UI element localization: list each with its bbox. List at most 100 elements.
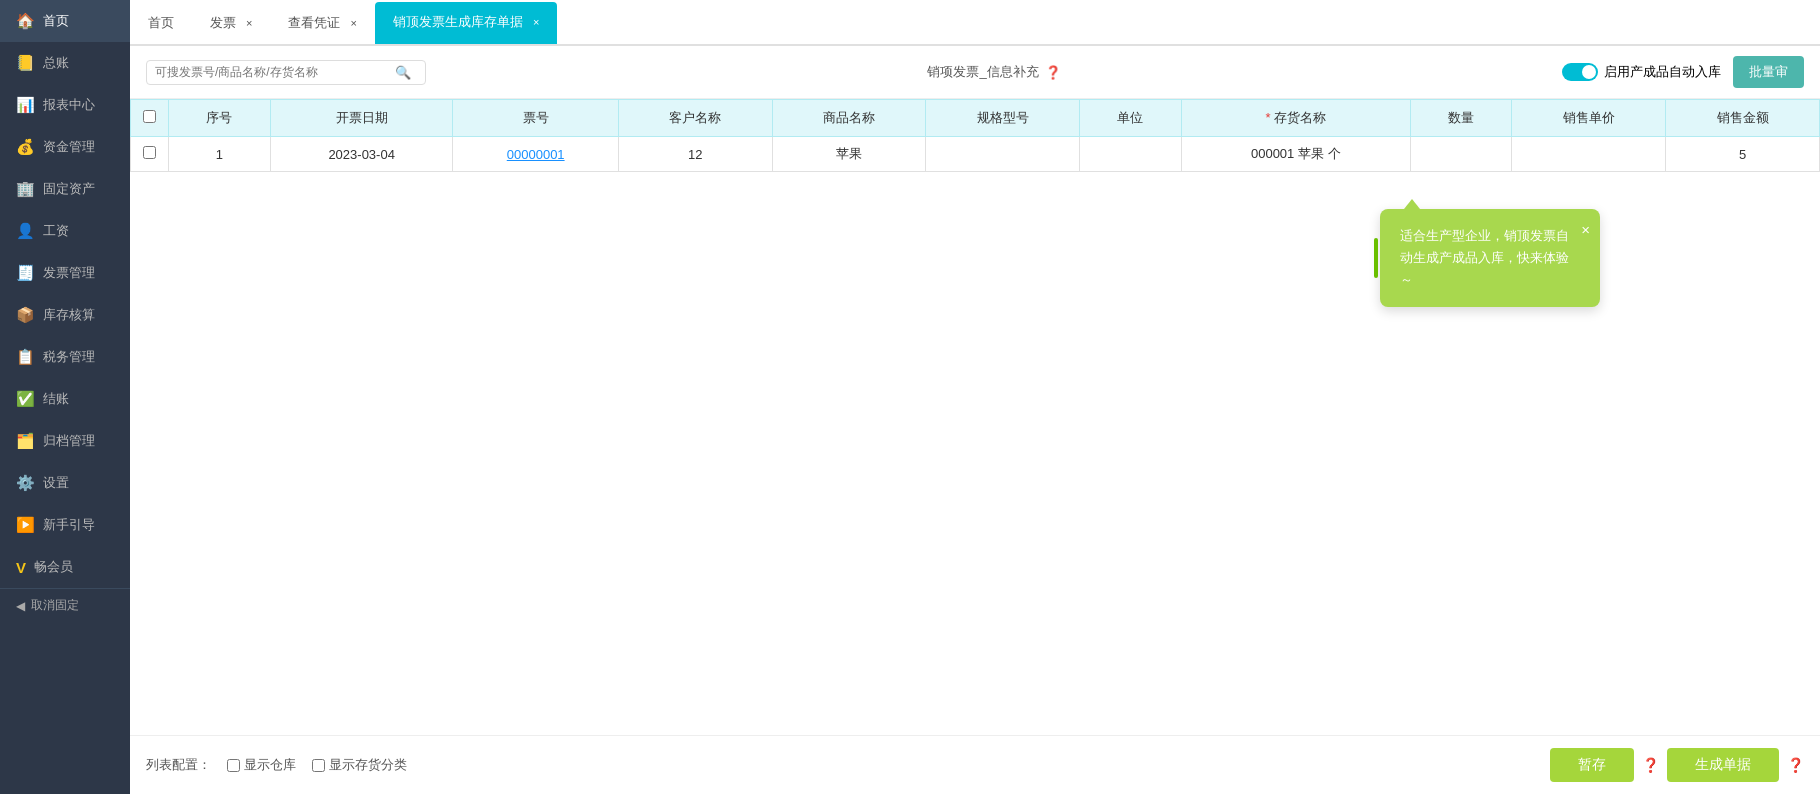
- row-quantity: [1410, 137, 1512, 172]
- sidebar-item-label: 资金管理: [43, 138, 95, 156]
- tab-cancel-invoice[interactable]: 销顶发票生成库存单据 ×: [375, 2, 557, 44]
- row-unit: [1080, 137, 1182, 172]
- show-category-checkbox-label[interactable]: 显示存货分类: [312, 756, 407, 774]
- tab-bar: 首页 发票 × 查看凭证 × 销顶发票生成库存单据 ×: [130, 0, 1820, 46]
- sidebar-item-label: 设置: [43, 474, 69, 492]
- guide-icon: ▶️: [16, 516, 35, 534]
- th-spec: 规格型号: [926, 100, 1080, 137]
- sidebar-item-inventory[interactable]: 📦 库存核算: [0, 294, 130, 336]
- th-checkbox: [131, 100, 169, 137]
- sidebar-item-label: 发票管理: [43, 264, 95, 282]
- row-checkbox[interactable]: [143, 146, 156, 159]
- page-body: 🔍 销项发票_信息补充 ❓ 启用产成品自动入库 批量审: [130, 46, 1820, 794]
- sidebar-item-label: 税务管理: [43, 348, 95, 366]
- th-goods: 商品名称: [772, 100, 926, 137]
- sidebar-item-label: 结账: [43, 390, 69, 408]
- table-row: 1 2023-03-04 00000001 12 苹果 000001 苹果 个 …: [131, 137, 1820, 172]
- toolbar: 🔍 销项发票_信息补充 ❓ 启用产成品自动入库 批量审: [130, 46, 1820, 99]
- search-input[interactable]: [155, 65, 395, 79]
- tooltip-text: 适合生产型企业，销顶发票自动生成产成品入库，快来体验～: [1400, 228, 1569, 287]
- sidebar-item-invoice-mgmt[interactable]: 🧾 发票管理: [0, 252, 130, 294]
- tab-voucher-close[interactable]: ×: [350, 17, 356, 29]
- settings-icon: ⚙️: [16, 474, 35, 492]
- sidebar-item-settings[interactable]: ⚙️ 设置: [0, 462, 130, 504]
- th-number: 票号: [453, 100, 618, 137]
- tab-invoice[interactable]: 发票 ×: [192, 2, 270, 44]
- save-help-icon[interactable]: ❓: [1642, 757, 1659, 773]
- toolbar-right: 启用产成品自动入库 批量审: [1562, 56, 1804, 88]
- row-amount: 5: [1666, 137, 1820, 172]
- th-unit-price: 销售单价: [1512, 100, 1666, 137]
- sidebar: 🏠 首页 📒 总账 📊 报表中心 💰 资金管理 🏢 固定资产 👤 工资 🧾 发票…: [0, 0, 130, 794]
- tab-voucher[interactable]: 查看凭证 ×: [270, 2, 374, 44]
- sidebar-item-tax[interactable]: 📋 税务管理: [0, 336, 130, 378]
- sidebar-item-guide[interactable]: ▶️ 新手引导: [0, 504, 130, 546]
- sidebar-item-ledger[interactable]: 📒 总账: [0, 42, 130, 84]
- invoice-mgmt-icon: 🧾: [16, 264, 35, 282]
- th-inventory: 存货名称: [1181, 100, 1410, 137]
- toolbar-center: 销项发票_信息补充 ❓: [927, 63, 1060, 81]
- footer: 列表配置： 显示仓库 显示存货分类 暂存 ❓ 生成单据 ❓: [130, 735, 1820, 794]
- sidebar-item-label: 新手引导: [43, 516, 95, 534]
- search-icon: 🔍: [395, 65, 411, 80]
- tax-icon: 📋: [16, 348, 35, 366]
- select-all-checkbox[interactable]: [143, 110, 156, 123]
- sidebar-item-vip[interactable]: V 畅会员: [0, 546, 130, 588]
- sidebar-item-home[interactable]: 🏠 首页: [0, 0, 130, 42]
- tab-voucher-label: 查看凭证: [288, 14, 340, 32]
- tab-invoice-close[interactable]: ×: [246, 17, 252, 29]
- inventory-icon: 📦: [16, 306, 35, 324]
- settle-icon: ✅: [16, 390, 35, 408]
- pin-icon: ◀: [16, 599, 25, 613]
- sidebar-item-label: 报表中心: [43, 96, 95, 114]
- home-icon: 🏠: [16, 12, 35, 30]
- funds-icon: 💰: [16, 138, 35, 156]
- sidebar-item-funds[interactable]: 💰 资金管理: [0, 126, 130, 168]
- toggle-label: 启用产成品自动入库: [1604, 63, 1721, 81]
- tab-cancel-invoice-label: 销顶发票生成库存单据: [393, 13, 523, 31]
- list-config-label: 列表配置：: [146, 756, 211, 774]
- footer-buttons: 暂存 ❓ 生成单据 ❓: [1550, 748, 1804, 782]
- pin-label: 取消固定: [31, 597, 79, 614]
- ledger-icon: 📒: [16, 54, 35, 72]
- tab-cancel-invoice-close[interactable]: ×: [533, 16, 539, 28]
- row-inventory: 000001 苹果 个: [1181, 137, 1410, 172]
- vip-icon: V: [16, 559, 26, 576]
- footer-checkbox-group: 显示仓库 显示存货分类: [227, 756, 407, 774]
- sidebar-item-fixed[interactable]: 🏢 固定资产: [0, 168, 130, 210]
- generate-help-icon[interactable]: ❓: [1787, 757, 1804, 773]
- main-content: 首页 发票 × 查看凭证 × 销顶发票生成库存单据 × 🔍 销项发票_信息补充: [130, 0, 1820, 794]
- hr-icon: 👤: [16, 222, 35, 240]
- sidebar-item-label: 首页: [43, 12, 69, 30]
- row-customer: 12: [618, 137, 772, 172]
- sidebar-item-label: 固定资产: [43, 180, 95, 198]
- toolbar-left: 🔍: [146, 60, 426, 85]
- show-warehouse-checkbox-label[interactable]: 显示仓库: [227, 756, 296, 774]
- auto-warehouse-toggle[interactable]: [1562, 63, 1598, 81]
- info-help-icon[interactable]: ❓: [1045, 65, 1061, 80]
- cancel-pin[interactable]: ◀ 取消固定: [0, 588, 130, 622]
- archive-icon: 🗂️: [16, 432, 35, 450]
- th-customer: 客户名称: [618, 100, 772, 137]
- show-category-checkbox[interactable]: [312, 759, 325, 772]
- th-unit: 单位: [1080, 100, 1182, 137]
- sidebar-item-settle[interactable]: ✅ 结账: [0, 378, 130, 420]
- fixed-icon: 🏢: [16, 180, 35, 198]
- tooltip-indicator: [1374, 238, 1378, 278]
- generate-button[interactable]: 生成单据: [1667, 748, 1779, 782]
- save-button[interactable]: 暂存: [1550, 748, 1634, 782]
- row-spec: [926, 137, 1080, 172]
- th-seq: 序号: [169, 100, 271, 137]
- row-seq: 1: [169, 137, 271, 172]
- sidebar-item-archive[interactable]: 🗂️ 归档管理: [0, 420, 130, 462]
- tooltip-close-button[interactable]: ×: [1581, 217, 1590, 243]
- tab-home[interactable]: 首页: [130, 2, 192, 44]
- sidebar-item-reports[interactable]: 📊 报表中心: [0, 84, 130, 126]
- toggle-wrapper: 启用产成品自动入库: [1562, 63, 1721, 81]
- th-date: 开票日期: [270, 100, 453, 137]
- search-box[interactable]: 🔍: [146, 60, 426, 85]
- show-warehouse-checkbox[interactable]: [227, 759, 240, 772]
- tab-invoice-label: 发票: [210, 14, 236, 32]
- batch-button[interactable]: 批量审: [1733, 56, 1804, 88]
- sidebar-item-hr[interactable]: 👤 工资: [0, 210, 130, 252]
